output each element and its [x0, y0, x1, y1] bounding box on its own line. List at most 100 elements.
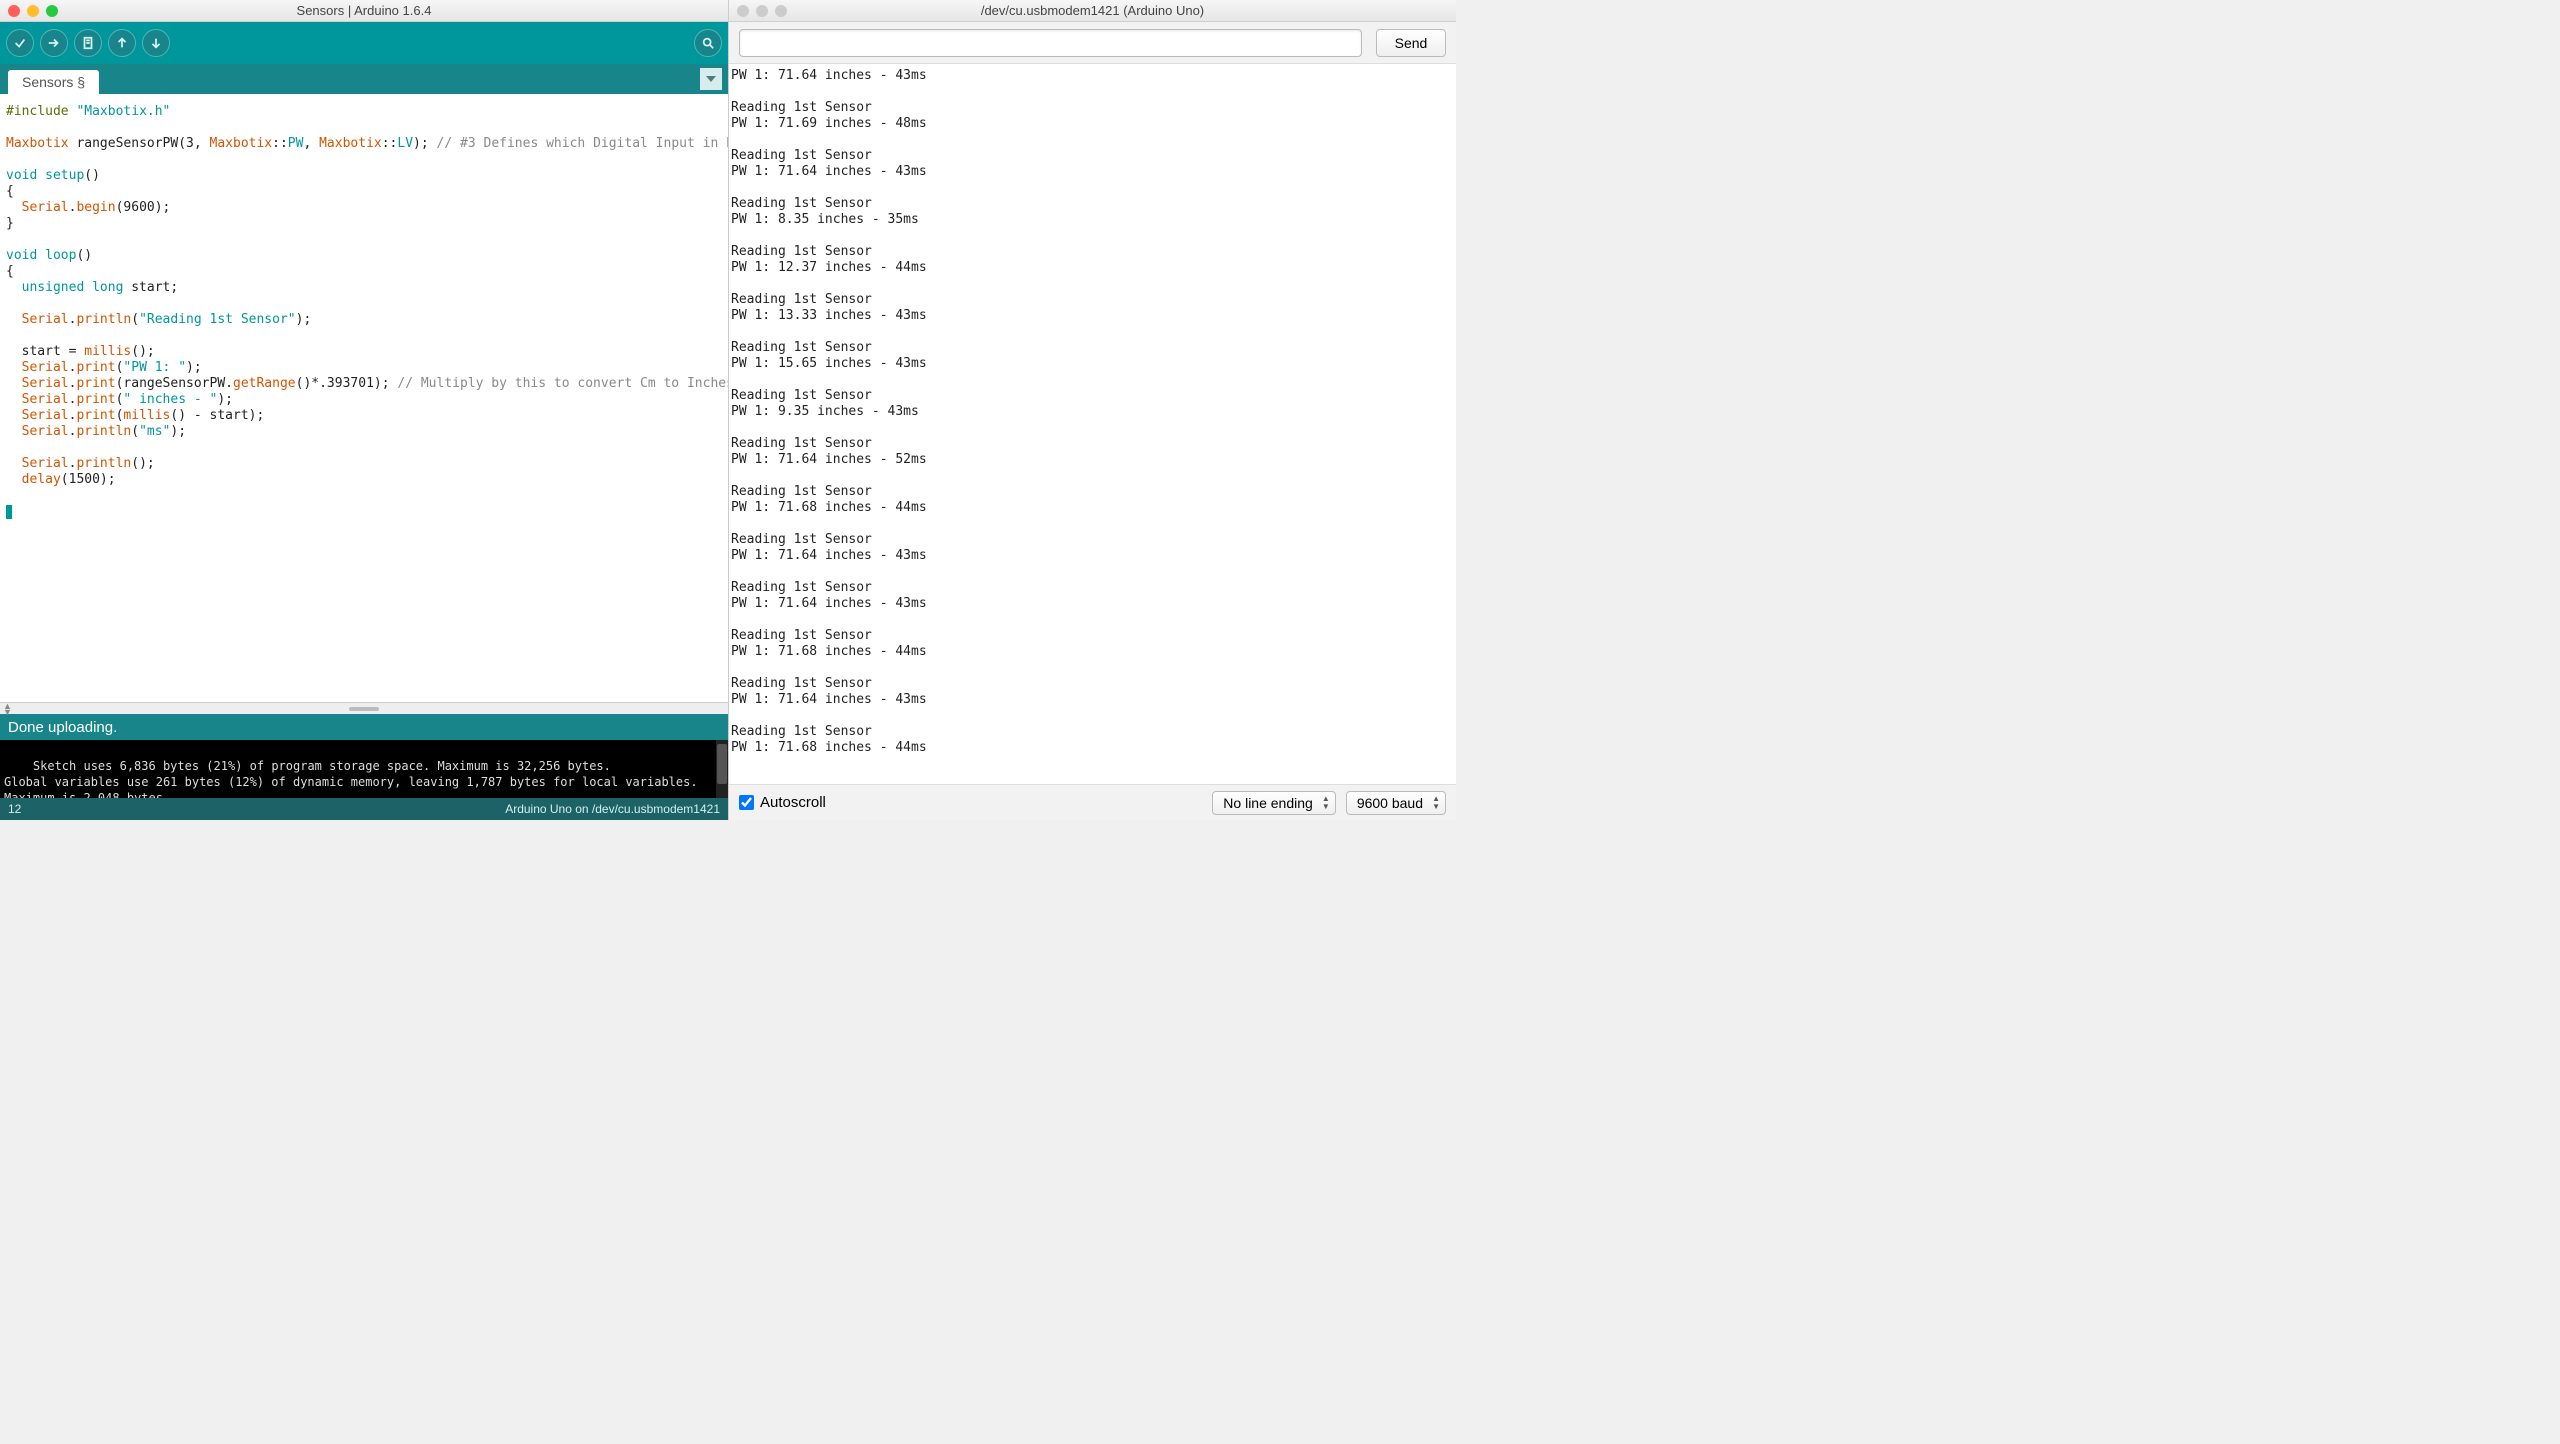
- baud-rate-value: 9600 baud: [1357, 795, 1423, 811]
- code-text: println: [76, 424, 131, 439]
- code-text: Serial: [22, 456, 69, 471]
- code-text: begin: [76, 200, 115, 215]
- code-text: loop: [37, 248, 76, 263]
- serial-monitor-window: /dev/cu.usbmodem1421 (Arduino Uno) Send …: [728, 0, 1456, 820]
- code-text: // Multiply by this to convert Cm to Inc…: [397, 376, 728, 391]
- autoscroll-toggle[interactable]: Autoscroll: [739, 794, 826, 811]
- code-text: Serial: [22, 312, 69, 327]
- code-text: getRange: [233, 376, 296, 391]
- ide-titlebar: Sensors | Arduino 1.6.4: [0, 0, 728, 22]
- tab-row: Sensors §: [0, 64, 728, 94]
- arduino-ide-window: Sensors | Arduino 1.6.4 Sensors § #inclu…: [0, 0, 728, 820]
- arrow-right-icon: [47, 36, 61, 50]
- code-editor[interactable]: #include "Maxbotix.h" Maxbotix rangeSens…: [0, 94, 728, 702]
- serial-output[interactable]: PW 1: 71.64 inches - 43ms Reading 1st Se…: [729, 64, 1456, 784]
- ide-toolbar: [0, 22, 728, 64]
- code-text: print: [76, 360, 115, 375]
- ide-footer: 12 Arduino Uno on /dev/cu.usbmodem1421: [0, 798, 728, 820]
- zoom-window-button[interactable]: [46, 5, 58, 17]
- code-text: "Reading 1st Sensor": [139, 312, 296, 327]
- new-sketch-button[interactable]: [74, 29, 102, 57]
- arrow-up-icon: [115, 36, 129, 50]
- serial-title: /dev/cu.usbmodem1421 (Arduino Uno): [729, 3, 1456, 18]
- code-text: void: [6, 168, 37, 183]
- code-text: unsigned long: [22, 280, 124, 295]
- chevron-down-icon: [706, 76, 716, 82]
- console-scrollbar[interactable]: [716, 740, 728, 798]
- code-text: " inches - ": [123, 392, 217, 407]
- status-bar: Done uploading.: [0, 714, 728, 740]
- code-text: ();: [131, 344, 154, 359]
- status-text: Done uploading.: [8, 719, 117, 736]
- build-console[interactable]: Sketch uses 6,836 bytes (21%) of program…: [0, 740, 728, 798]
- code-text: start =: [6, 344, 84, 359]
- baud-rate-select[interactable]: 9600 baud ▲▼: [1346, 791, 1446, 815]
- serial-send-row: Send: [729, 22, 1456, 64]
- select-arrows-icon: ▲▼: [1322, 795, 1330, 811]
- text-cursor: [6, 505, 12, 519]
- ide-title: Sensors | Arduino 1.6.4: [0, 3, 728, 18]
- code-text: Serial: [22, 360, 69, 375]
- serial-monitor-button[interactable]: [694, 29, 722, 57]
- autoscroll-checkbox[interactable]: [739, 795, 754, 810]
- window-controls: [8, 5, 58, 17]
- close-window-button[interactable]: [737, 5, 749, 17]
- check-icon: [13, 36, 27, 50]
- code-text: setup: [37, 168, 84, 183]
- magnifier-icon: [701, 36, 715, 50]
- autoscroll-label: Autoscroll: [760, 794, 826, 811]
- serial-bottom-row: Autoscroll No line ending ▲▼ 9600 baud ▲…: [729, 784, 1456, 820]
- code-text: (rangeSensorPW.: [116, 376, 233, 391]
- close-window-button[interactable]: [8, 5, 20, 17]
- code-text: print: [76, 376, 115, 391]
- code-text: Maxbotix: [210, 136, 273, 151]
- code-text: println: [76, 456, 131, 471]
- select-arrows-icon: ▲▼: [1432, 795, 1440, 811]
- send-button[interactable]: Send: [1376, 29, 1446, 57]
- code-text: (1500);: [61, 472, 116, 487]
- code-text: "ms": [139, 424, 170, 439]
- code-text: #include: [6, 104, 76, 119]
- pane-divider[interactable]: ▲▼: [0, 702, 728, 714]
- code-text: Serial: [22, 424, 69, 439]
- code-text: Serial: [22, 392, 69, 407]
- code-text: () - start);: [170, 408, 264, 423]
- code-text: "Maxbotix.h": [76, 104, 170, 119]
- code-text: delay: [22, 472, 61, 487]
- line-ending-select[interactable]: No line ending ▲▼: [1212, 791, 1336, 815]
- code-text: println: [76, 312, 131, 327]
- code-text: start;: [123, 280, 178, 295]
- tab-sensors[interactable]: Sensors §: [8, 70, 99, 94]
- minimize-window-button[interactable]: [27, 5, 39, 17]
- console-text: Sketch uses 6,836 bytes (21%) of program…: [4, 759, 698, 798]
- line-number: 12: [8, 802, 21, 816]
- board-port-info: Arduino Uno on /dev/cu.usbmodem1421: [505, 802, 720, 816]
- code-text: print: [76, 392, 115, 407]
- zoom-window-button[interactable]: [775, 5, 787, 17]
- serial-titlebar: /dev/cu.usbmodem1421 (Arduino Uno): [729, 0, 1456, 22]
- code-text: rangeSensorPW(3,: [69, 136, 210, 151]
- code-text: print: [76, 408, 115, 423]
- code-text: void: [6, 248, 37, 263]
- arrow-down-icon: [149, 36, 163, 50]
- code-text: Serial: [22, 200, 69, 215]
- window-controls: [737, 5, 787, 17]
- code-text: PW: [288, 136, 304, 151]
- code-text: Serial: [22, 408, 69, 423]
- code-text: millis: [84, 344, 131, 359]
- code-text: (9600);: [116, 200, 171, 215]
- code-text: LV: [397, 136, 413, 151]
- minimize-window-button[interactable]: [756, 5, 768, 17]
- upload-button[interactable]: [40, 29, 68, 57]
- open-sketch-button[interactable]: [108, 29, 136, 57]
- code-text: Maxbotix: [319, 136, 382, 151]
- save-sketch-button[interactable]: [142, 29, 170, 57]
- verify-button[interactable]: [6, 29, 34, 57]
- file-icon: [81, 36, 95, 50]
- code-text: Serial: [22, 376, 69, 391]
- tab-menu-button[interactable]: [700, 68, 722, 90]
- code-text: Maxbotix: [6, 136, 69, 151]
- code-text: millis: [123, 408, 170, 423]
- serial-input[interactable]: [739, 29, 1362, 57]
- code-text: ()*.393701);: [296, 376, 398, 391]
